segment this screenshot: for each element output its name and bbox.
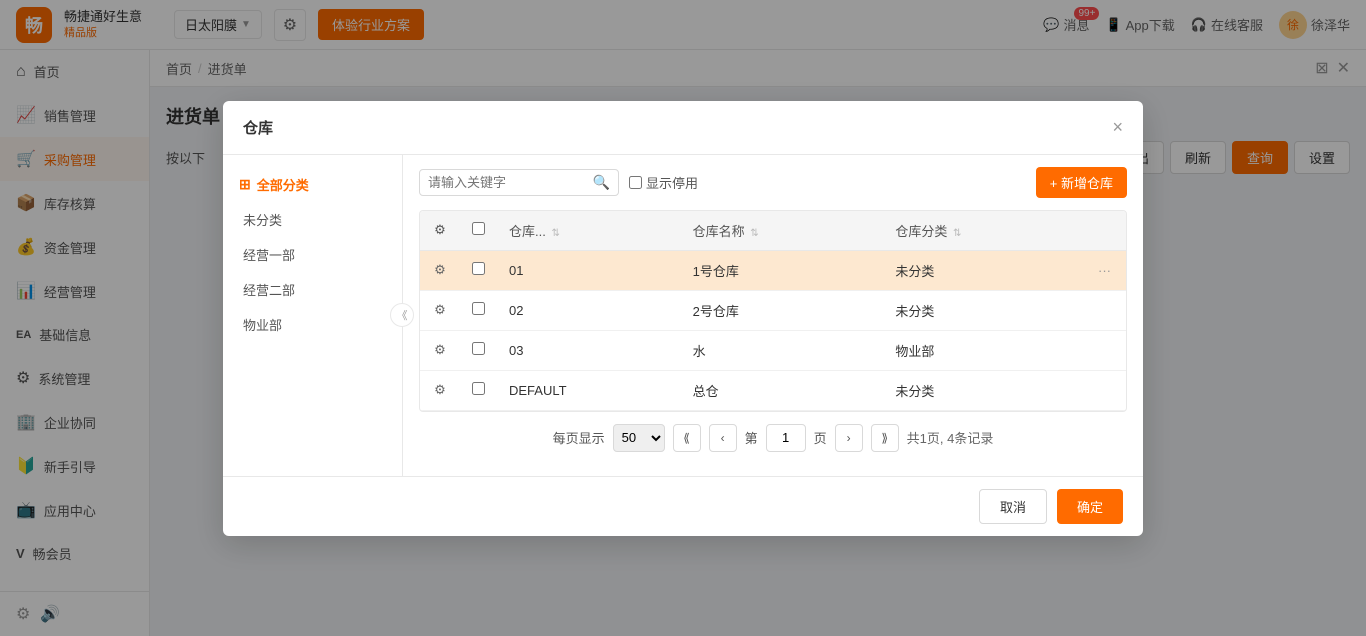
table-row[interactable]: ⚙ 02 2号仓库 未分类 bbox=[420, 290, 1126, 330]
row-name: 1号仓库 bbox=[681, 250, 884, 290]
row-category: 未分类 bbox=[883, 370, 1086, 410]
search-input[interactable] bbox=[428, 175, 593, 190]
row-gear[interactable]: ⚙ bbox=[420, 290, 460, 330]
modal-all-category-label: 全部分类 bbox=[257, 175, 309, 194]
modal-header: 仓库 × bbox=[223, 101, 1143, 155]
modal-toolbar: 🔍 显示停用 + 新增仓库 bbox=[419, 167, 1127, 198]
row-name: 总仓 bbox=[681, 370, 884, 410]
select-all-checkbox[interactable] bbox=[472, 222, 485, 235]
prev-page-button[interactable]: ‹ bbox=[709, 424, 737, 452]
row-code: 02 bbox=[497, 290, 681, 330]
name-column-header[interactable]: 仓库名称 ⇅ bbox=[681, 211, 884, 251]
cancel-button[interactable]: 取消 bbox=[979, 489, 1047, 524]
row-actions[interactable] bbox=[1086, 370, 1126, 410]
grid-icon: ⊞ bbox=[239, 176, 251, 193]
modal-category-item[interactable]: 物业部 bbox=[223, 307, 402, 342]
row-actions[interactable]: ··· bbox=[1086, 250, 1126, 290]
action-column-header bbox=[1086, 211, 1126, 251]
gear-column-header: ⚙ bbox=[420, 211, 460, 251]
row-gear[interactable]: ⚙ bbox=[420, 330, 460, 370]
row-gear[interactable]: ⚙ bbox=[420, 250, 460, 290]
modal-body: ⊞ 全部分类 未分类 经营一部 经营二部 物业部 《 🔍 bbox=[223, 155, 1143, 476]
modal-close-button[interactable]: × bbox=[1112, 117, 1123, 138]
sort-icon: ⇅ bbox=[750, 228, 758, 239]
row-category: 未分类 bbox=[883, 290, 1086, 330]
category-column-header[interactable]: 仓库分类 ⇅ bbox=[883, 211, 1086, 251]
next-page-button[interactable]: › bbox=[835, 424, 863, 452]
row-name: 2号仓库 bbox=[681, 290, 884, 330]
search-box: 🔍 bbox=[419, 169, 619, 196]
pagination: 每页显示 50 20 100 ⟪ ‹ 第 页 › ⟫ 共1页, 4条记录 bbox=[419, 412, 1127, 464]
confirm-button[interactable]: 确定 bbox=[1057, 489, 1123, 524]
row-checkbox[interactable] bbox=[460, 290, 497, 330]
show-disabled-checkbox[interactable] bbox=[629, 176, 642, 189]
row-category: 物业部 bbox=[883, 330, 1086, 370]
row-actions[interactable] bbox=[1086, 290, 1126, 330]
row-checkbox[interactable] bbox=[460, 330, 497, 370]
modal-overlay: 仓库 × ⊞ 全部分类 未分类 经营一部 经营二部 物业部 《 bbox=[0, 0, 1366, 636]
modal-category-item[interactable]: 未分类 bbox=[223, 202, 402, 237]
modal-category-sidebar: ⊞ 全部分类 未分类 经营一部 经营二部 物业部 《 bbox=[223, 155, 403, 476]
page-label: 第 bbox=[745, 428, 758, 447]
modal-category-item[interactable]: 经营一部 bbox=[223, 237, 402, 272]
modal-footer: 取消 确定 bbox=[223, 476, 1143, 536]
add-warehouse-button[interactable]: + 新增仓库 bbox=[1036, 167, 1127, 198]
modal-table-area: 🔍 显示停用 + 新增仓库 ⚙ bbox=[403, 155, 1143, 476]
warehouse-table: ⚙ 仓库... ⇅ 仓库名称 ⇅ bbox=[419, 210, 1127, 412]
page-number-input[interactable] bbox=[766, 424, 806, 452]
table-row[interactable]: ⚙ 01 1号仓库 未分类 ··· bbox=[420, 250, 1126, 290]
show-disabled-label: 显示停用 bbox=[629, 173, 698, 192]
row-code: DEFAULT bbox=[497, 370, 681, 410]
search-icon: 🔍 bbox=[593, 174, 610, 191]
first-page-button[interactable]: ⟪ bbox=[673, 424, 701, 452]
per-page-label: 每页显示 bbox=[553, 428, 605, 447]
table-row[interactable]: ⚙ DEFAULT 总仓 未分类 bbox=[420, 370, 1126, 410]
warehouse-modal: 仓库 × ⊞ 全部分类 未分类 经营一部 经营二部 物业部 《 bbox=[223, 101, 1143, 536]
total-records: 共1页, 4条记录 bbox=[907, 428, 994, 447]
page-suffix: 页 bbox=[814, 428, 827, 447]
last-page-button[interactable]: ⟫ bbox=[871, 424, 899, 452]
sort-icon: ⇅ bbox=[953, 228, 961, 239]
code-column-header[interactable]: 仓库... ⇅ bbox=[497, 211, 681, 251]
modal-all-category[interactable]: ⊞ 全部分类 bbox=[223, 167, 402, 202]
modal-category-item[interactable]: 经营二部 bbox=[223, 272, 402, 307]
row-checkbox[interactable] bbox=[460, 370, 497, 410]
per-page-select[interactable]: 50 20 100 bbox=[613, 424, 665, 452]
row-category: 未分类 bbox=[883, 250, 1086, 290]
row-gear[interactable]: ⚙ bbox=[420, 370, 460, 410]
modal-title: 仓库 bbox=[243, 117, 273, 138]
row-checkbox[interactable] bbox=[460, 250, 497, 290]
row-name: 水 bbox=[681, 330, 884, 370]
sidebar-collapse-button[interactable]: 《 bbox=[390, 303, 414, 327]
row-actions[interactable] bbox=[1086, 330, 1126, 370]
row-code: 03 bbox=[497, 330, 681, 370]
checkbox-column-header bbox=[460, 211, 497, 251]
row-code: 01 bbox=[497, 250, 681, 290]
sort-icon: ⇅ bbox=[551, 228, 559, 239]
table-row[interactable]: ⚙ 03 水 物业部 bbox=[420, 330, 1126, 370]
